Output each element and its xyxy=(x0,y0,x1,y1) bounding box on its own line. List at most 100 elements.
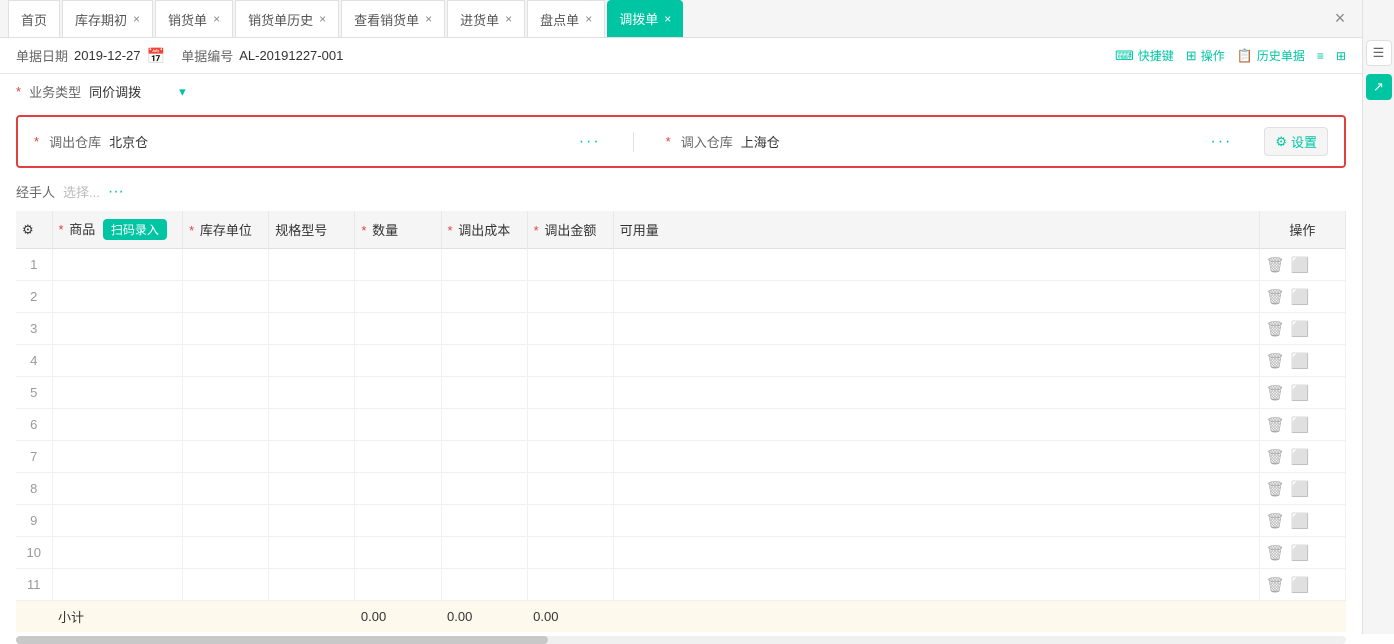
delete-icon[interactable]: 🗑 xyxy=(1266,576,1285,594)
row-amount[interactable] xyxy=(527,537,613,569)
row-unit[interactable] xyxy=(183,473,269,505)
row-product[interactable] xyxy=(52,441,183,473)
row-amount[interactable] xyxy=(527,409,613,441)
row-available[interactable] xyxy=(613,505,1259,537)
row-cost[interactable] xyxy=(441,569,527,601)
gear-icon[interactable]: ⚙ xyxy=(22,222,34,237)
layout1-button[interactable]: ≡ xyxy=(1317,49,1324,63)
copy-icon[interactable]: ⬜ xyxy=(1291,384,1310,402)
settings-button[interactable]: ⚙ 设置 xyxy=(1264,127,1328,156)
layout2-button[interactable]: ⊞ xyxy=(1336,49,1346,63)
row-cost[interactable] xyxy=(441,377,527,409)
business-value[interactable]: 同价调拨 xyxy=(89,82,169,101)
tab-inventory-init[interactable]: 库存期初 × xyxy=(62,0,153,37)
copy-icon[interactable]: ⬜ xyxy=(1291,480,1310,498)
row-qty[interactable] xyxy=(355,281,441,313)
scan-button[interactable]: 扫码录入 xyxy=(103,219,167,240)
row-amount[interactable] xyxy=(527,505,613,537)
row-available[interactable] xyxy=(613,473,1259,505)
row-spec[interactable] xyxy=(269,281,355,313)
row-available[interactable] xyxy=(613,377,1259,409)
row-product[interactable] xyxy=(52,537,183,569)
row-unit[interactable] xyxy=(183,505,269,537)
row-unit[interactable] xyxy=(183,409,269,441)
row-amount[interactable] xyxy=(527,569,613,601)
row-spec[interactable] xyxy=(269,505,355,537)
row-spec[interactable] xyxy=(269,313,355,345)
copy-icon[interactable]: ⬜ xyxy=(1291,416,1310,434)
row-cost[interactable] xyxy=(441,281,527,313)
row-qty[interactable] xyxy=(355,313,441,345)
row-spec[interactable] xyxy=(269,409,355,441)
row-cost[interactable] xyxy=(441,441,527,473)
tab-purchase[interactable]: 进货单 × xyxy=(447,0,525,37)
row-unit[interactable] xyxy=(183,569,269,601)
row-spec[interactable] xyxy=(269,345,355,377)
row-available[interactable] xyxy=(613,569,1259,601)
row-qty[interactable] xyxy=(355,249,441,281)
row-qty[interactable] xyxy=(355,537,441,569)
row-unit[interactable] xyxy=(183,377,269,409)
tab-view-sales[interactable]: 查看销货单 × xyxy=(341,0,445,37)
row-spec[interactable] xyxy=(269,441,355,473)
out-warehouse-value[interactable]: 北京仓 xyxy=(109,132,571,151)
tab-sales-history[interactable]: 销货单历史 × xyxy=(235,0,339,37)
tab-home[interactable]: 首页 xyxy=(8,0,60,37)
tab-transfer[interactable]: 调拨单 × xyxy=(607,0,683,37)
row-available[interactable] xyxy=(613,281,1259,313)
row-product[interactable] xyxy=(52,505,183,537)
delete-icon[interactable]: 🗑 xyxy=(1266,448,1285,466)
th-gear[interactable]: ⚙ xyxy=(16,211,52,249)
row-cost[interactable] xyxy=(441,345,527,377)
row-available[interactable] xyxy=(613,249,1259,281)
copy-icon[interactable]: ⬜ xyxy=(1291,288,1310,306)
tab-sales-close[interactable]: × xyxy=(213,12,220,26)
copy-icon[interactable]: ⬜ xyxy=(1291,352,1310,370)
business-dropdown-icon[interactable]: ▾ xyxy=(179,84,186,100)
copy-icon[interactable]: ⬜ xyxy=(1291,576,1310,594)
row-amount[interactable] xyxy=(527,345,613,377)
row-amount[interactable] xyxy=(527,473,613,505)
tab-inventory-close[interactable]: × xyxy=(133,12,140,26)
row-amount[interactable] xyxy=(527,313,613,345)
tab-stocktake[interactable]: 盘点单 × xyxy=(527,0,605,37)
delete-icon[interactable]: 🗑 xyxy=(1266,288,1285,306)
row-amount[interactable] xyxy=(527,281,613,313)
tab-view-sales-close[interactable]: × xyxy=(425,12,432,26)
row-cost[interactable] xyxy=(441,505,527,537)
handler-more-icon[interactable]: ··· xyxy=(108,183,124,201)
row-qty[interactable] xyxy=(355,345,441,377)
row-product[interactable] xyxy=(52,377,183,409)
history-button[interactable]: 📋 历史单据 xyxy=(1237,47,1305,64)
delete-icon[interactable]: 🗑 xyxy=(1266,416,1285,434)
delete-icon[interactable]: 🗑 xyxy=(1266,480,1285,498)
row-product[interactable] xyxy=(52,281,183,313)
shortcut-button[interactable]: ⌨ 快捷键 xyxy=(1115,47,1174,64)
row-available[interactable] xyxy=(613,441,1259,473)
row-cost[interactable] xyxy=(441,409,527,441)
row-cost[interactable] xyxy=(441,473,527,505)
row-product[interactable] xyxy=(52,249,183,281)
row-amount[interactable] xyxy=(527,441,613,473)
row-spec[interactable] xyxy=(269,569,355,601)
row-spec[interactable] xyxy=(269,537,355,569)
delete-icon[interactable]: 🗑 xyxy=(1266,544,1285,562)
date-value[interactable]: 2019-12-27 xyxy=(74,48,141,63)
out-warehouse-more-icon[interactable]: ··· xyxy=(579,133,601,151)
row-unit[interactable] xyxy=(183,249,269,281)
sidebar-list-button[interactable]: ☰ xyxy=(1366,40,1392,66)
row-spec[interactable] xyxy=(269,377,355,409)
tab-purchase-close[interactable]: × xyxy=(505,12,512,26)
delete-icon[interactable]: 🗑 xyxy=(1266,352,1285,370)
in-warehouse-value[interactable]: 上海仓 xyxy=(741,132,1203,151)
row-qty[interactable] xyxy=(355,473,441,505)
operation-button[interactable]: ⊞ 操作 xyxy=(1186,47,1225,64)
handler-input[interactable]: 选择... xyxy=(63,182,100,201)
row-unit[interactable] xyxy=(183,313,269,345)
in-warehouse-more-icon[interactable]: ··· xyxy=(1210,133,1232,151)
row-product[interactable] xyxy=(52,473,183,505)
tab-stocktake-close[interactable]: × xyxy=(585,12,592,26)
row-cost[interactable] xyxy=(441,313,527,345)
row-amount[interactable] xyxy=(527,249,613,281)
row-unit[interactable] xyxy=(183,537,269,569)
